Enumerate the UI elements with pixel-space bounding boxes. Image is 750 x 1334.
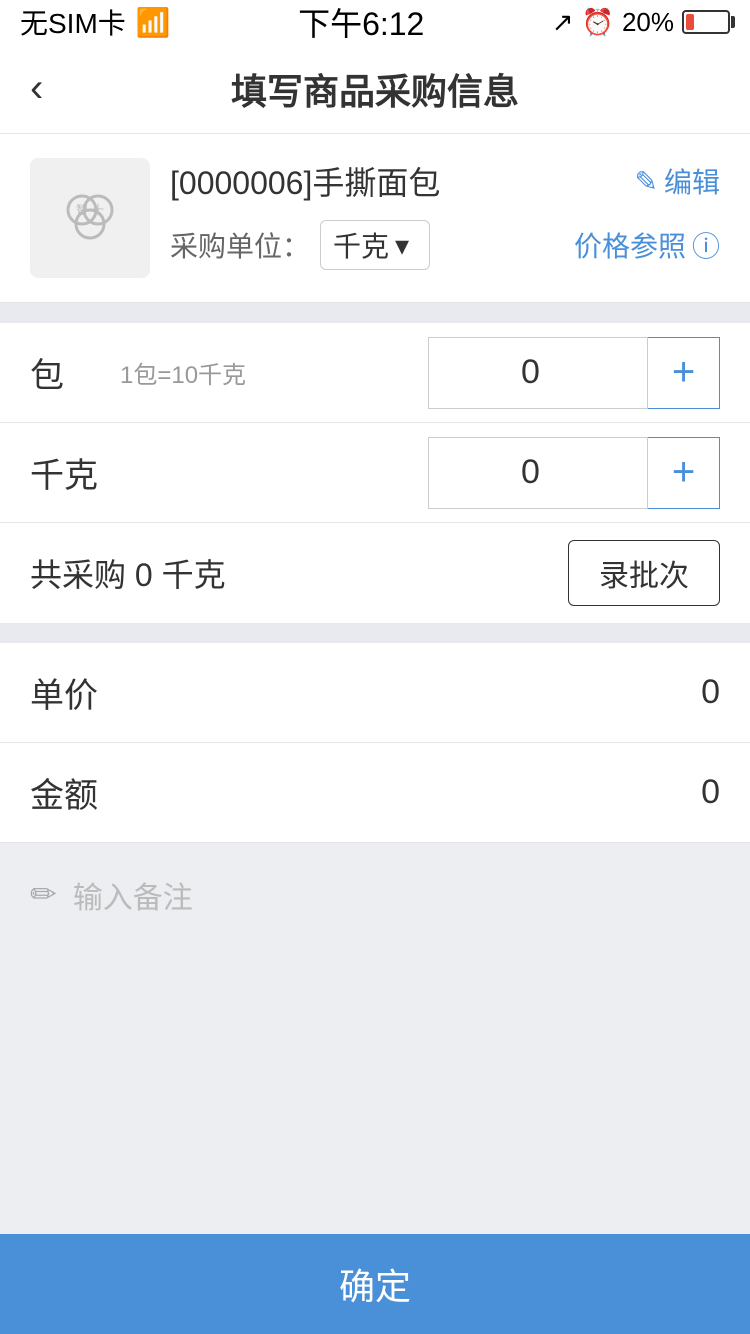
kg-plus-button[interactable]: + [648,437,720,509]
content-area: 智 十 [0000006]手撕面包 ✎ 编辑 采购单位： 千克 ▾ [0,134,750,1303]
edit-button[interactable]: ✎ 编辑 [635,161,720,201]
confirm-button[interactable]: 确定 [0,1234,750,1334]
kg-label: 千克 [30,448,110,497]
unit-select[interactable]: 千克 ▾ [320,220,430,270]
product-logo: 智 十 [60,188,120,248]
price-section: 单价 0 金额 0 [0,643,750,843]
input-section: 包 1包=10千克 + 千克 + 共采购 0 千克 录批次 [0,323,750,623]
amount-row: 金额 0 [0,743,750,843]
product-info: [0000006]手撕面包 ✎ 编辑 采购单位： 千克 ▾ 价格参照 ⓘ [170,158,720,270]
kg-row: 千克 + [0,423,750,523]
status-left: 无SIM卡 📶 [20,2,171,42]
price-ref-label: 价格参照 [574,225,686,265]
bag-row: 包 1包=10千克 + [0,323,750,423]
bag-plus-button[interactable]: + [648,337,720,409]
battery-icon [682,10,730,34]
page-title: 填写商品采购信息 [231,63,519,115]
remark-placeholder: 输入备注 [73,873,193,917]
dropdown-icon: ▾ [395,229,409,262]
svg-text:十: 十 [92,203,104,217]
kg-input-control: + [428,437,720,509]
carrier-label: 无SIM卡 [20,2,126,42]
product-top-row: [0000006]手撕面包 ✎ 编辑 [170,158,720,204]
section-divider-1 [0,303,750,323]
svg-text:智: 智 [76,202,88,217]
bag-quantity-input[interactable] [428,337,648,409]
product-card: 智 十 [0000006]手撕面包 ✎ 编辑 采购单位： 千克 ▾ [0,134,750,303]
section-divider-2 [0,623,750,643]
help-icon: ⓘ [692,225,720,265]
bag-input-control: + [428,337,720,409]
edit-label: 编辑 [664,161,720,201]
edit-icon: ✎ [635,165,658,198]
price-ref-button[interactable]: 价格参照 ⓘ [574,225,720,265]
battery-percent: 20% [622,7,674,38]
unit-price-label: 单价 [30,668,98,717]
amount-value: 0 [701,773,720,812]
product-thumbnail: 智 十 [30,158,150,278]
bag-sub-label: 1包=10千克 [120,355,428,390]
summary-row: 共采购 0 千克 录批次 [0,523,750,623]
nav-bar: ‹ 填写商品采购信息 [0,44,750,134]
status-bar: 无SIM卡 📶 下午6:12 ↗ ⏰ 20% [0,0,750,44]
product-unit-row: 采购单位： 千克 ▾ 价格参照 ⓘ [170,220,720,270]
unit-label: 采购单位： 千克 ▾ [170,220,430,270]
status-right: ↗ ⏰ 20% [552,7,730,38]
remark-section[interactable]: ✏ 输入备注 [0,843,750,1003]
product-name: [0000006]手撕面包 [170,158,440,204]
unit-price-row: 单价 0 [0,643,750,743]
unit-label-text: 采购单位： [170,225,310,265]
location-icon: ↗ [552,7,574,38]
pencil-icon: ✏ [30,875,57,913]
battery-fill [686,14,694,30]
kg-quantity-input[interactable] [428,437,648,509]
batch-button[interactable]: 录批次 [568,540,720,606]
unit-value: 千克 [333,225,389,265]
wifi-icon: 📶 [136,6,171,39]
back-button[interactable]: ‹ [30,66,43,111]
summary-text: 共采购 0 千克 [30,550,226,596]
status-time: 下午6:12 [298,0,424,45]
unit-price-value: 0 [701,673,720,712]
amount-label: 金额 [30,768,98,817]
bag-label: 包 [30,348,110,397]
alarm-icon: ⏰ [582,7,614,38]
